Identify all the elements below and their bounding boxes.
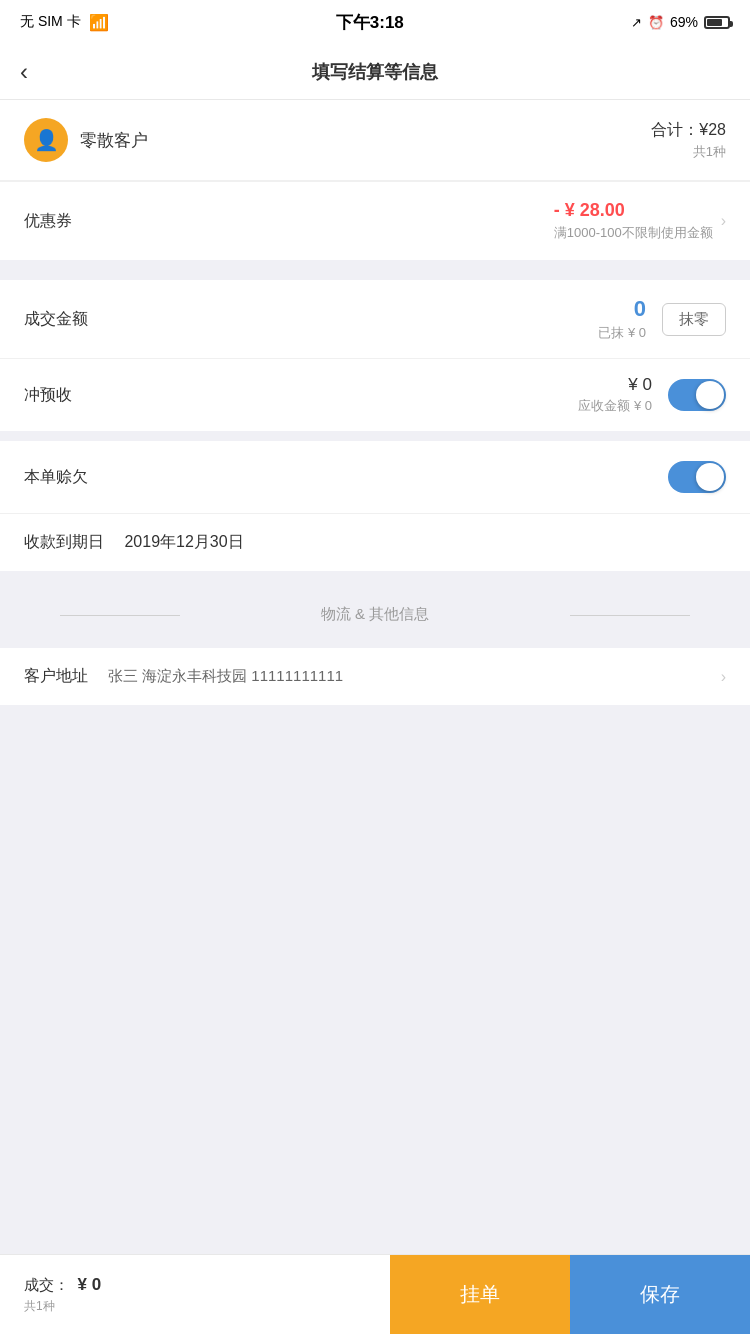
amount-value[interactable]: 0 (634, 296, 646, 321)
amount-info: 0 已抹 ¥ 0 (598, 296, 646, 342)
customer-card: 👤 零散客户 合计：¥28 共1种 优惠券 - ¥ 28.00 满1000-10… (0, 100, 750, 260)
prepay-right: ¥ 0 应收金额 ¥ 0 (578, 375, 726, 415)
location-icon: ↗ (631, 15, 642, 30)
status-left: 无 SIM 卡 📶 (20, 13, 109, 32)
bottom-bar: 成交： ¥ 0 共1种 挂单 保存 (0, 1254, 750, 1334)
save-button[interactable]: 保存 (570, 1255, 750, 1335)
coupon-row[interactable]: 优惠券 - ¥ 28.00 满1000-100不限制使用金额 › (0, 181, 750, 260)
debt-toggle-knob (696, 463, 724, 491)
coupon-chevron-icon: › (721, 212, 726, 230)
coupon-wrapper: 优惠券 - ¥ 28.00 满1000-100不限制使用金额 › (0, 180, 750, 260)
bottom-count: 共1种 (24, 1298, 366, 1315)
customer-left: 👤 零散客户 (24, 118, 148, 162)
prepay-value: ¥ 0 (578, 375, 652, 395)
prepay-sub: 应收金额 ¥ 0 (578, 397, 652, 415)
total-count: 共1种 (651, 143, 726, 161)
address-chevron-icon: › (721, 668, 726, 686)
logistics-label: 物流 & 其他信息 (321, 605, 429, 622)
avatar-icon: 👤 (34, 128, 59, 152)
round-button[interactable]: 抹零 (662, 303, 726, 336)
prepay-row: 冲预收 ¥ 0 应收金额 ¥ 0 (0, 358, 750, 431)
amount-section: 成交金额 0 已抹 ¥ 0 抹零 冲预收 ¥ 0 应收金额 ¥ 0 (0, 280, 750, 431)
hold-button[interactable]: 挂单 (390, 1255, 570, 1335)
address-row[interactable]: 客户地址 张三 海淀永丰科技园 11111111111 › (0, 648, 750, 705)
debt-section: 本单赊欠 收款到期日 2019年12月30日 (0, 441, 750, 571)
back-button[interactable]: ‹ (20, 58, 28, 86)
bottom-info: 成交： ¥ 0 共1种 (0, 1275, 390, 1315)
prepay-label: 冲预收 (24, 385, 72, 406)
due-date-row: 收款到期日 2019年12月30日 (0, 513, 750, 571)
wifi-icon: 📶 (89, 13, 109, 32)
amount-right: 0 已抹 ¥ 0 抹零 (598, 296, 726, 342)
section-separator-1 (0, 270, 750, 280)
total-amount: 合计：¥28 (651, 120, 726, 141)
customer-avatar: 👤 (24, 118, 68, 162)
customer-summary: 合计：¥28 共1种 (651, 120, 726, 161)
section-separator-4 (0, 638, 750, 648)
coupon-info: - ¥ 28.00 满1000-100不限制使用金额 (554, 200, 713, 242)
customer-name: 零散客户 (80, 129, 148, 152)
customer-row: 👤 零散客户 合计：¥28 共1种 (0, 100, 750, 180)
bottom-amount-value: ¥ 0 (77, 1275, 101, 1294)
page-title: 填写结算等信息 (312, 60, 438, 84)
address-value: 张三 海淀永丰科技园 11111111111 (108, 667, 721, 686)
logistics-divider: 物流 & 其他信息 (0, 591, 750, 638)
battery-icon (704, 16, 730, 29)
address-card: 客户地址 张三 海淀永丰科技园 11111111111 › (0, 648, 750, 705)
content-area: 👤 零散客户 合计：¥28 共1种 优惠券 - ¥ 28.00 满1000-10… (0, 100, 750, 805)
toggle-knob (696, 381, 724, 409)
section-separator-3 (0, 581, 750, 591)
prepay-amount-info: ¥ 0 应收金额 ¥ 0 (578, 375, 652, 415)
address-label: 客户地址 (24, 666, 88, 687)
bottom-amount-display: 成交： ¥ 0 (24, 1275, 366, 1295)
coupon-right: - ¥ 28.00 满1000-100不限制使用金额 › (554, 200, 726, 242)
nav-bar: ‹ 填写结算等信息 (0, 44, 750, 100)
status-bar: 无 SIM 卡 📶 下午3:18 ↗ ⏰ 69% (0, 0, 750, 44)
amount-label: 成交金额 (24, 309, 88, 330)
coupon-discount: - ¥ 28.00 (554, 200, 713, 221)
coupon-label: 优惠券 (24, 211, 72, 232)
status-right: ↗ ⏰ 69% (631, 14, 730, 30)
amount-sub: 已抹 ¥ 0 (598, 324, 646, 342)
battery-label: 69% (670, 14, 698, 30)
amount-row: 成交金额 0 已抹 ¥ 0 抹零 (0, 280, 750, 358)
due-date-value[interactable]: 2019年12月30日 (124, 533, 243, 550)
section-separator-2 (0, 431, 750, 441)
debt-row: 本单赊欠 (0, 441, 750, 513)
debt-label: 本单赊欠 (24, 467, 88, 488)
due-date-label: 收款到期日 (24, 533, 104, 550)
bottom-amount-label: 成交： (24, 1276, 69, 1293)
prepay-toggle[interactable] (668, 379, 726, 411)
status-time: 下午3:18 (336, 11, 404, 34)
alarm-icon: ⏰ (648, 15, 664, 30)
no-sim-label: 无 SIM 卡 (20, 13, 81, 31)
coupon-detail: 满1000-100不限制使用金额 (554, 224, 713, 242)
debt-toggle[interactable] (668, 461, 726, 493)
